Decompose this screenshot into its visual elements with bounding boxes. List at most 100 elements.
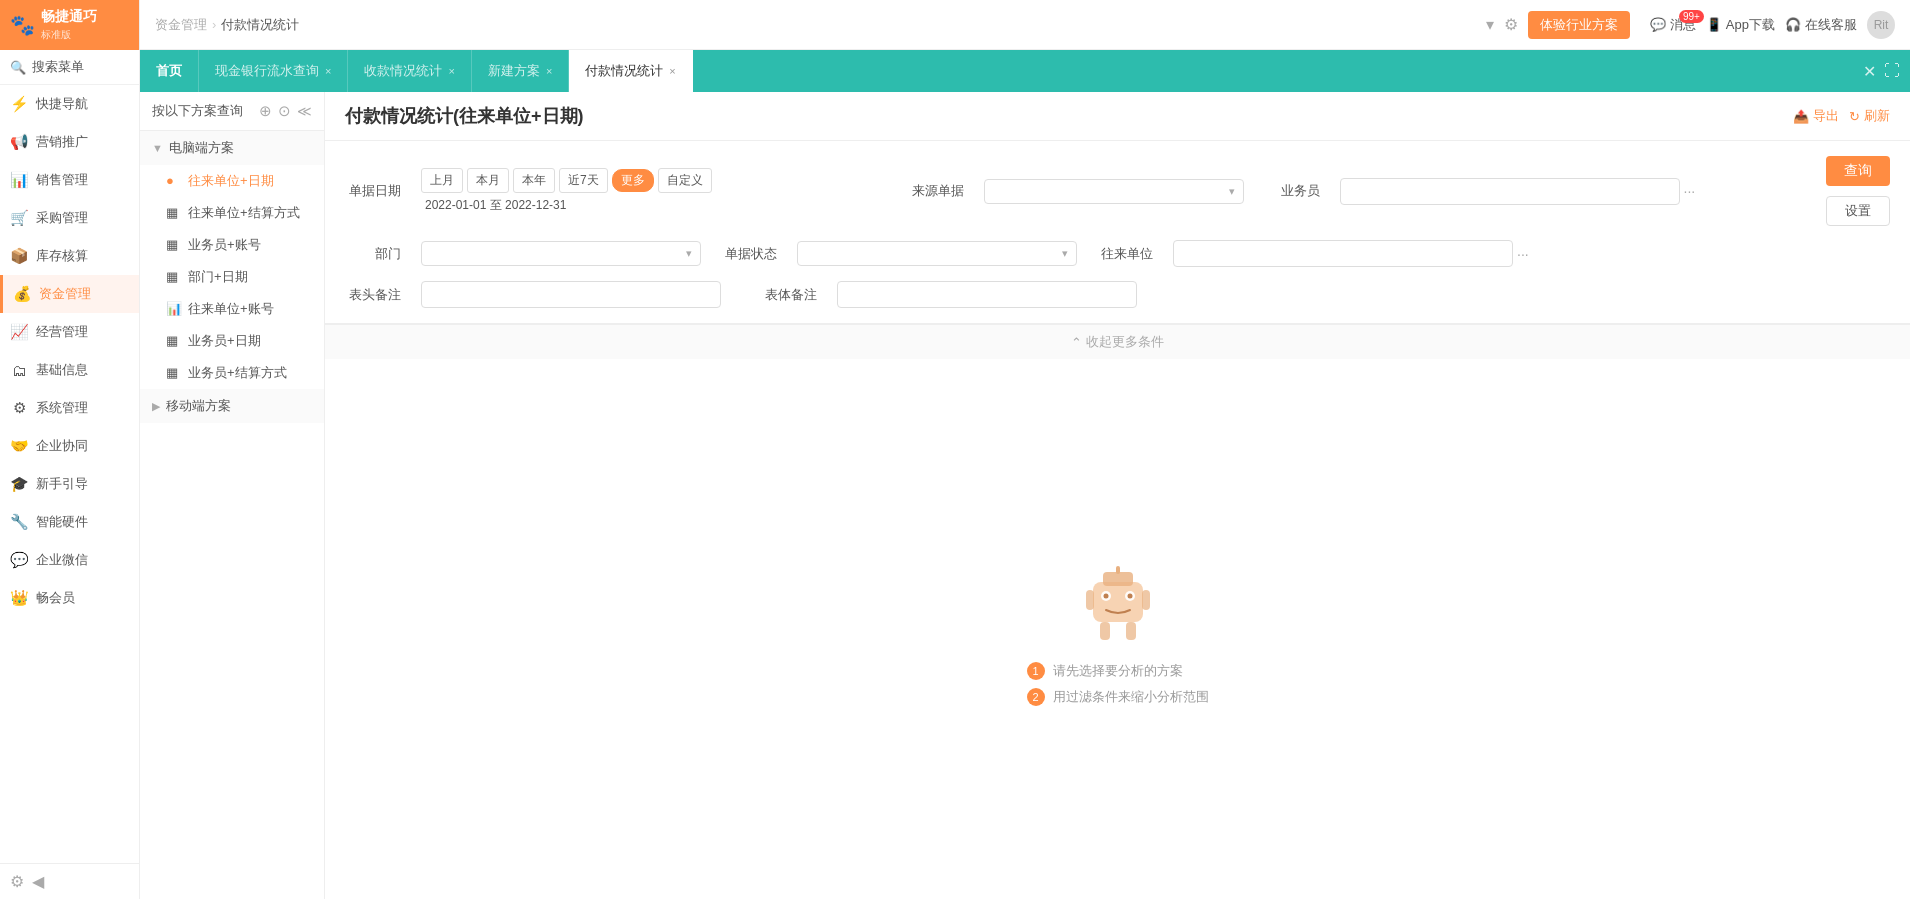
scheme-item-label: 往来单位+账号 [188, 300, 274, 318]
scheme-item-staff-settle[interactable]: ▦ 业务员+结算方式 [140, 357, 324, 389]
sidebar-item-wechat[interactable]: 💬 企业微信 [0, 541, 139, 579]
staff-dotdot-btn[interactable]: ··· [1680, 183, 1700, 199]
sidebar-item-inventory[interactable]: 📦 库存核算 [0, 237, 139, 275]
scheme-item-staff-date[interactable]: ▦ 业务员+日期 [140, 325, 324, 357]
export-button[interactable]: 📤 导出 [1793, 107, 1839, 125]
sidebar-item-finance[interactable]: 💰 资金管理 [0, 275, 139, 313]
sidebar-item-label: 企业协同 [36, 437, 88, 455]
topbar-dropdown-icon[interactable]: ▾ [1486, 15, 1494, 34]
partner-dotdot-btn[interactable]: ··· [1513, 246, 1533, 262]
tab-collection-close[interactable]: × [448, 65, 454, 77]
tab-bank-flow[interactable]: 现金银行流水查询 × [199, 50, 348, 92]
collapse-conditions-button[interactable]: ⌃ 收起更多条件 [325, 324, 1910, 359]
scheme-panel-title: 按以下方案查询 [152, 102, 243, 120]
sidebar-item-label: 系统管理 [36, 399, 88, 417]
source-select[interactable]: ▾ [984, 179, 1244, 204]
export-label: 导出 [1813, 107, 1839, 125]
header-note-input[interactable] [421, 281, 721, 308]
sidebar-item-system[interactable]: ⚙ 系统管理 [0, 389, 139, 427]
scheme-item-unit-settle[interactable]: ▦ 往来单位+结算方式 [140, 197, 324, 229]
last-month-btn[interactable]: 上月 [421, 168, 463, 193]
filter-row-3: 表头备注 表体备注 [345, 281, 1890, 308]
collapse-sidebar-icon[interactable]: ◀ [32, 872, 44, 891]
doc-status-label: 单据状态 [721, 245, 777, 263]
scheme-group-desktop-header[interactable]: ▼ 电脑端方案 [140, 131, 324, 165]
topbar-gear-icon[interactable]: ⚙ [1504, 15, 1518, 34]
sidebar-item-quick-nav[interactable]: ⚡ 快捷导航 [0, 85, 139, 123]
this-month-btn[interactable]: 本月 [467, 168, 509, 193]
expand-icon[interactable]: ⛶ [1884, 62, 1900, 80]
last-7days-btn[interactable]: 近7天 [559, 168, 608, 193]
query-button[interactable]: 查询 [1826, 156, 1890, 186]
sidebar-item-collab[interactable]: 🤝 企业协同 [0, 427, 139, 465]
tab-home[interactable]: 首页 [140, 50, 199, 92]
sidebar-item-label: 快捷导航 [36, 95, 88, 113]
main-area: 资金管理 › 付款情况统计 ▾ ⚙ 体验行业方案 💬 消息 99+ 📱 App下… [140, 0, 1910, 899]
tab-bank-flow-close[interactable]: × [325, 65, 331, 77]
sidebar-item-guide[interactable]: 🎓 新手引导 [0, 465, 139, 503]
sidebar-footer: ⚙ ◀ [0, 863, 139, 899]
scheme-item-unit-account[interactable]: 📊 往来单位+账号 [140, 293, 324, 325]
scheme-table-icon: ▦ [166, 205, 182, 221]
tab-new-scheme[interactable]: 新建方案 × [472, 50, 569, 92]
staff-input[interactable] [1340, 178, 1680, 205]
tab-new-scheme-close[interactable]: × [546, 65, 552, 77]
filter-header: 付款情况统计(往来单位+日期) 📤 导出 ↻ 刷新 [325, 92, 1910, 141]
tab-collection-stats[interactable]: 收款情况统计 × [348, 50, 471, 92]
this-year-btn[interactable]: 本年 [513, 168, 555, 193]
add-scheme-icon[interactable]: ⊕ [259, 102, 272, 120]
user-avatar[interactable]: Rit [1867, 11, 1895, 39]
search-icon: 🔍 [10, 60, 26, 75]
sidebar-item-marketing[interactable]: 📢 营销推广 [0, 123, 139, 161]
scheme-item-staff-account[interactable]: ▦ 业务员+账号 [140, 229, 324, 261]
messages-button[interactable]: 💬 消息 99+ [1650, 16, 1696, 34]
scheme-item-label: 业务员+账号 [188, 236, 261, 254]
sidebar-item-hardware[interactable]: 🔧 智能硬件 [0, 503, 139, 541]
trial-button[interactable]: 体验行业方案 [1528, 11, 1630, 39]
sales-icon: 📊 [10, 171, 28, 189]
scheme-item-dept-date[interactable]: ▦ 部门+日期 [140, 261, 324, 293]
sidebar-item-sales[interactable]: 📊 销售管理 [0, 161, 139, 199]
search-menu-label: 搜索菜单 [32, 58, 84, 76]
app-download-button[interactable]: 📱 App下载 [1706, 16, 1775, 34]
messages-badge: 99+ [1679, 10, 1704, 23]
body-note-input[interactable] [837, 281, 1137, 308]
purchase-icon: 🛒 [10, 209, 28, 227]
custom-btn[interactable]: 自定义 [658, 168, 712, 193]
scheme-group-mobile-header[interactable]: ▶ 移动端方案 [140, 389, 324, 423]
filter-settings-button[interactable]: 设置 [1826, 196, 1890, 226]
source-arrow: ▾ [1229, 185, 1235, 198]
doc-status-select[interactable]: ▾ [797, 241, 1077, 266]
filter-form: 单据日期 上月 本月 本年 近7天 更多 自定义 2022-01-01 至 20… [325, 141, 1910, 324]
sidebar-item-label: 营销推广 [36, 133, 88, 151]
sidebar-item-member[interactable]: 👑 畅会员 [0, 579, 139, 617]
scheme-item-label: 业务员+结算方式 [188, 364, 287, 382]
sidebar-item-operations[interactable]: 📈 经营管理 [0, 313, 139, 351]
dept-select[interactable]: ▾ [421, 241, 701, 266]
logo-icon: 🐾 [10, 13, 35, 37]
partner-input[interactable] [1173, 240, 1513, 267]
tab-payment-stats[interactable]: 付款情况统计 × [569, 50, 692, 92]
tab-payment-close[interactable]: × [669, 65, 675, 77]
scheme-item-unit-date[interactable]: ● 往来单位+日期 [140, 165, 324, 197]
search-menu[interactable]: 🔍 搜索菜单 [0, 50, 139, 85]
sidebar-item-basic[interactable]: 🗂 基础信息 [0, 351, 139, 389]
page-title: 付款情况统计(往来单位+日期) [345, 104, 584, 128]
tab-payment-label: 付款情况统计 [585, 62, 663, 80]
more-btn[interactable]: 更多 [612, 169, 654, 192]
online-service-button[interactable]: 🎧 在线客服 [1785, 16, 1857, 34]
guide-icon: 🎓 [10, 475, 28, 493]
scheme-collapse-icon[interactable]: ≪ [297, 103, 312, 119]
scheme-settings-icon[interactable]: ⊙ [278, 102, 291, 120]
collapse-chevron-icon: ⌃ [1071, 335, 1082, 350]
settings-footer-icon[interactable]: ⚙ [10, 872, 24, 891]
system-icon: ⚙ [10, 399, 28, 417]
sidebar-item-purchase[interactable]: 🛒 采购管理 [0, 199, 139, 237]
close-all-tabs-icon[interactable]: ✕ [1863, 62, 1876, 81]
dept-arrow: ▾ [686, 247, 692, 260]
refresh-button[interactable]: ↻ 刷新 [1849, 107, 1890, 125]
empty-robot-image [1068, 552, 1168, 652]
filter-row-1: 单据日期 上月 本月 本年 近7天 更多 自定义 2022-01-01 至 20… [345, 156, 1890, 226]
dept-label: 部门 [345, 245, 401, 263]
scheme-item-label: 往来单位+结算方式 [188, 204, 300, 222]
